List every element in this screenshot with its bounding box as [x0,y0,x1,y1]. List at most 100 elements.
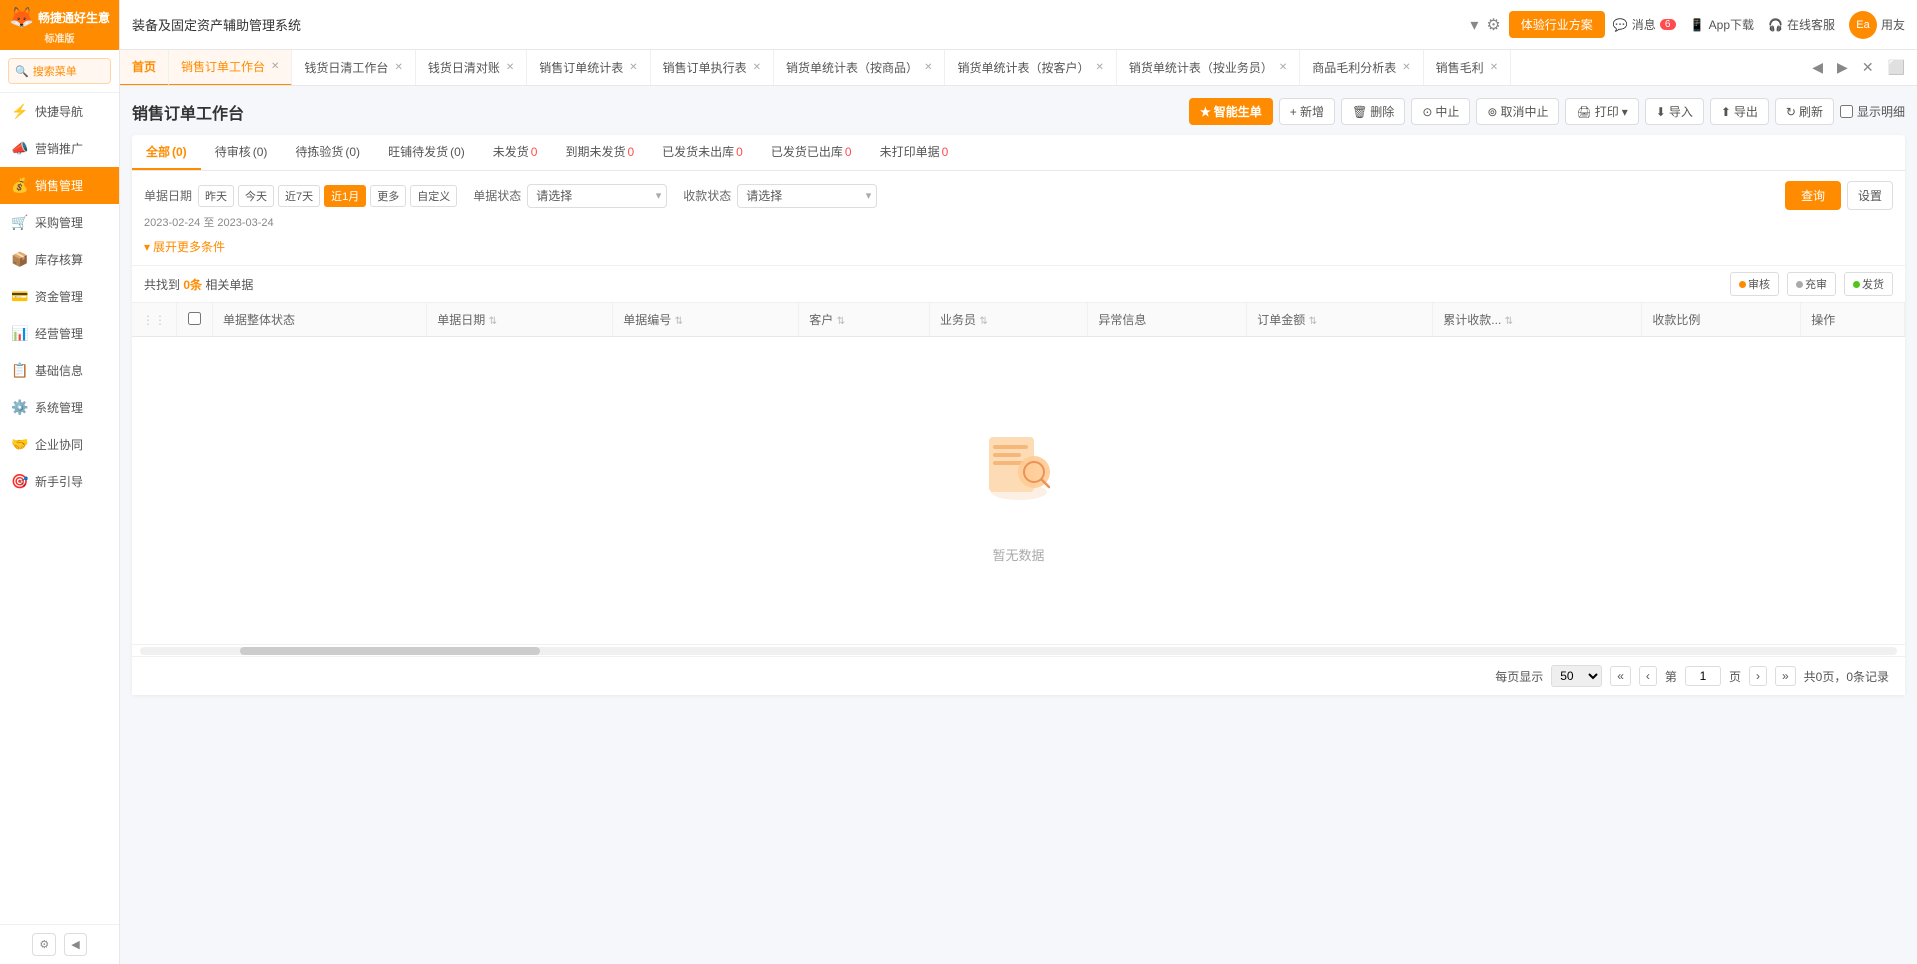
sidebar-item-inventory[interactable]: 📦 库存核算 [0,241,119,278]
filter-tab-shipped-not-out[interactable]: 已发货未出库0 [648,135,757,170]
filter-tab-all[interactable]: 全部(0) [132,135,201,170]
date-more-btn[interactable]: 更多 [370,185,406,207]
tab-close-sales-order[interactable]: ✕ [271,61,279,72]
tab-sales-exec[interactable]: 销售订单执行表 ✕ [651,50,774,86]
sidebar-item-system[interactable]: ⚙️ 系统管理 [0,389,119,426]
status-select[interactable]: 请选择 [527,184,667,208]
tab-sales-order-workbench[interactable]: 销售订单工作台 ✕ [169,50,292,86]
sort-amount-icon[interactable]: ⇅ [1309,316,1317,327]
sidebar-item-purchase[interactable]: 🛒 采购管理 [0,204,119,241]
import-btn[interactable]: ⬇ 导入 [1645,98,1704,125]
tabs-prev-btn[interactable]: ◀ [1808,57,1827,78]
tab-close-sales-exec[interactable]: ✕ [753,62,761,73]
tab-home[interactable]: 首页 [120,50,169,86]
tab-sales-extra[interactable]: 销售毛利 ✕ [1424,50,1511,86]
user-menu-btn[interactable]: Ea 用友 [1849,11,1905,39]
operations-icon: 📊 [11,325,29,342]
payment-select[interactable]: 请选择 [737,184,877,208]
tab-sales-summary-staff[interactable]: 销货单统计表（按业务员） ✕ [1117,50,1300,86]
payment-select-wrapper: 请选择 [737,184,877,208]
tab-close-product-profit[interactable]: ✕ [1402,62,1410,73]
tab-cash-daily[interactable]: 钱货日清工作台 ✕ [292,50,415,86]
tab-close-sales-summary-customer[interactable]: ✕ [1095,62,1103,73]
tab-product-profit[interactable]: 商品毛利分析表 ✕ [1300,50,1423,86]
setting-btn[interactable]: 设置 [1847,181,1893,210]
tab-close-cash-daily[interactable]: ✕ [394,62,402,73]
first-page-btn[interactable]: « [1610,666,1631,686]
cancel-stop-btn[interactable]: ⊚ 取消中止 [1476,98,1559,125]
print-btn[interactable]: 🖨 打印 ▾ [1565,98,1638,125]
scrollbar-track [140,647,1897,655]
export-btn[interactable]: ⬆ 导出 [1710,98,1769,125]
empty-text: 暂无数据 [992,545,1044,564]
filter-tab-pending-review[interactable]: 待审核(0) [201,135,282,170]
sort-cumulative-icon[interactable]: ⇅ [1505,316,1513,327]
topbar-gear-icon[interactable]: ⚙ [1486,15,1500,35]
tabs-close-all-btn[interactable]: ✕ [1858,57,1878,78]
message-btn[interactable]: 💬 消息 6 [1613,16,1676,33]
date-today-btn[interactable]: 今天 [238,185,274,207]
per-page-select[interactable]: 10 20 50 100 [1551,665,1602,687]
sort-number-icon[interactable]: ⇅ [675,316,683,327]
tab-sales-summary-product[interactable]: 销货单统计表（按商品） ✕ [774,50,945,86]
date-1month-btn[interactable]: 近1月 [324,185,366,207]
query-btn[interactable]: 查询 [1785,181,1841,210]
select-all-checkbox[interactable] [188,312,201,325]
online-service-btn[interactable]: 🎧 在线客服 [1768,16,1835,33]
sidebar-item-guide[interactable]: 🎯 新手引导 [0,463,119,500]
sidebar-item-basic[interactable]: 📋 基础信息 [0,352,119,389]
tab-sales-stat[interactable]: 销售订单统计表 ✕ [527,50,650,86]
filter-tab-pending-inspect[interactable]: 待拣验货(0) [281,135,374,170]
scrollbar-area[interactable] [132,644,1905,656]
industry-btn[interactable]: 体验行业方案 [1509,11,1605,38]
tab-cash-reconcile[interactable]: 钱货日清对账 ✕ [416,50,527,86]
tabs-restore-btn[interactable]: ⬜ [1884,57,1909,78]
show-detail-checkbox[interactable] [1840,105,1853,118]
sort-staff-icon[interactable]: ⇅ [979,316,987,327]
scrollbar-thumb[interactable] [240,647,540,655]
filter-tab-shipped-out[interactable]: 已发货已出库0 [757,135,866,170]
sidebar-item-sales[interactable]: 💰 销售管理 [0,167,119,204]
tab-close-sales-summary-staff[interactable]: ✕ [1279,62,1287,73]
search-menu-button[interactable]: 🔍 搜索菜单 [8,58,111,84]
sort-date-icon[interactable]: ⇅ [489,316,497,327]
filter-tab-not-printed[interactable]: 未打印单据0 [866,135,963,170]
delete-btn[interactable]: 🗑 删除 [1341,98,1405,125]
tab-sales-summary-customer[interactable]: 销货单统计表（按客户） ✕ [945,50,1116,86]
sidebar-collapse-btn[interactable]: ◀ [64,933,86,956]
date-7days-btn[interactable]: 近7天 [278,185,320,207]
show-detail-label[interactable]: 显示明细 [1840,103,1905,120]
new-btn[interactable]: + 新增 [1279,98,1335,125]
filter-tab-not-shipped[interactable]: 未发货0 [479,135,552,170]
sidebar-item-operations[interactable]: 📊 经营管理 [0,315,119,352]
tab-close-sales-stat[interactable]: ✕ [629,62,637,73]
prev-page-btn[interactable]: ‹ [1639,666,1657,686]
refresh-btn[interactable]: ↻ 刷新 [1775,98,1834,125]
sidebar-item-enterprise[interactable]: 🤝 企业协同 [0,426,119,463]
sort-customer-icon[interactable]: ⇅ [837,316,845,327]
approve-btn[interactable]: 审核 [1730,272,1779,296]
ship-btn[interactable]: 发货 [1844,272,1893,296]
topbar-settings-icon[interactable]: ▾ [1470,15,1478,35]
filter-tabs: 全部(0) 待审核(0) 待拣验货(0) 旺铺待发货(0) 未发货0 [132,135,1905,171]
sidebar-item-quick-nav[interactable]: ⚡ 快捷导航 [0,93,119,130]
tab-close-cash-reconcile[interactable]: ✕ [506,62,514,73]
expand-btn[interactable]: ▾ 展开更多条件 [144,238,225,255]
page-input[interactable] [1685,666,1721,686]
smart-create-btn[interactable]: ★ 智能生单 [1189,98,1273,125]
tab-close-sales-extra[interactable]: ✕ [1490,62,1498,73]
stop-btn[interactable]: ⊙ 中止 [1411,98,1470,125]
filter-tab-expired-not-shipped[interactable]: 到期未发货0 [551,135,648,170]
filter-tab-wangpu[interactable]: 旺铺待发货(0) [374,135,479,170]
date-custom-btn[interactable]: 自定义 [410,185,457,207]
tabs-next-btn[interactable]: ▶ [1833,57,1852,78]
date-yesterday-btn[interactable]: 昨天 [198,185,234,207]
last-page-btn[interactable]: » [1775,666,1796,686]
next-page-btn[interactable]: › [1749,666,1767,686]
unapprove-btn[interactable]: 充审 [1787,272,1836,296]
sidebar-settings-btn[interactable]: ⚙ [32,933,56,956]
sidebar-item-finance[interactable]: 💳 资金管理 [0,278,119,315]
sidebar-item-marketing[interactable]: 📣 营销推广 [0,130,119,167]
app-download-btn[interactable]: 📱 App下载 [1690,16,1754,33]
tab-close-sales-summary-product[interactable]: ✕ [924,62,932,73]
